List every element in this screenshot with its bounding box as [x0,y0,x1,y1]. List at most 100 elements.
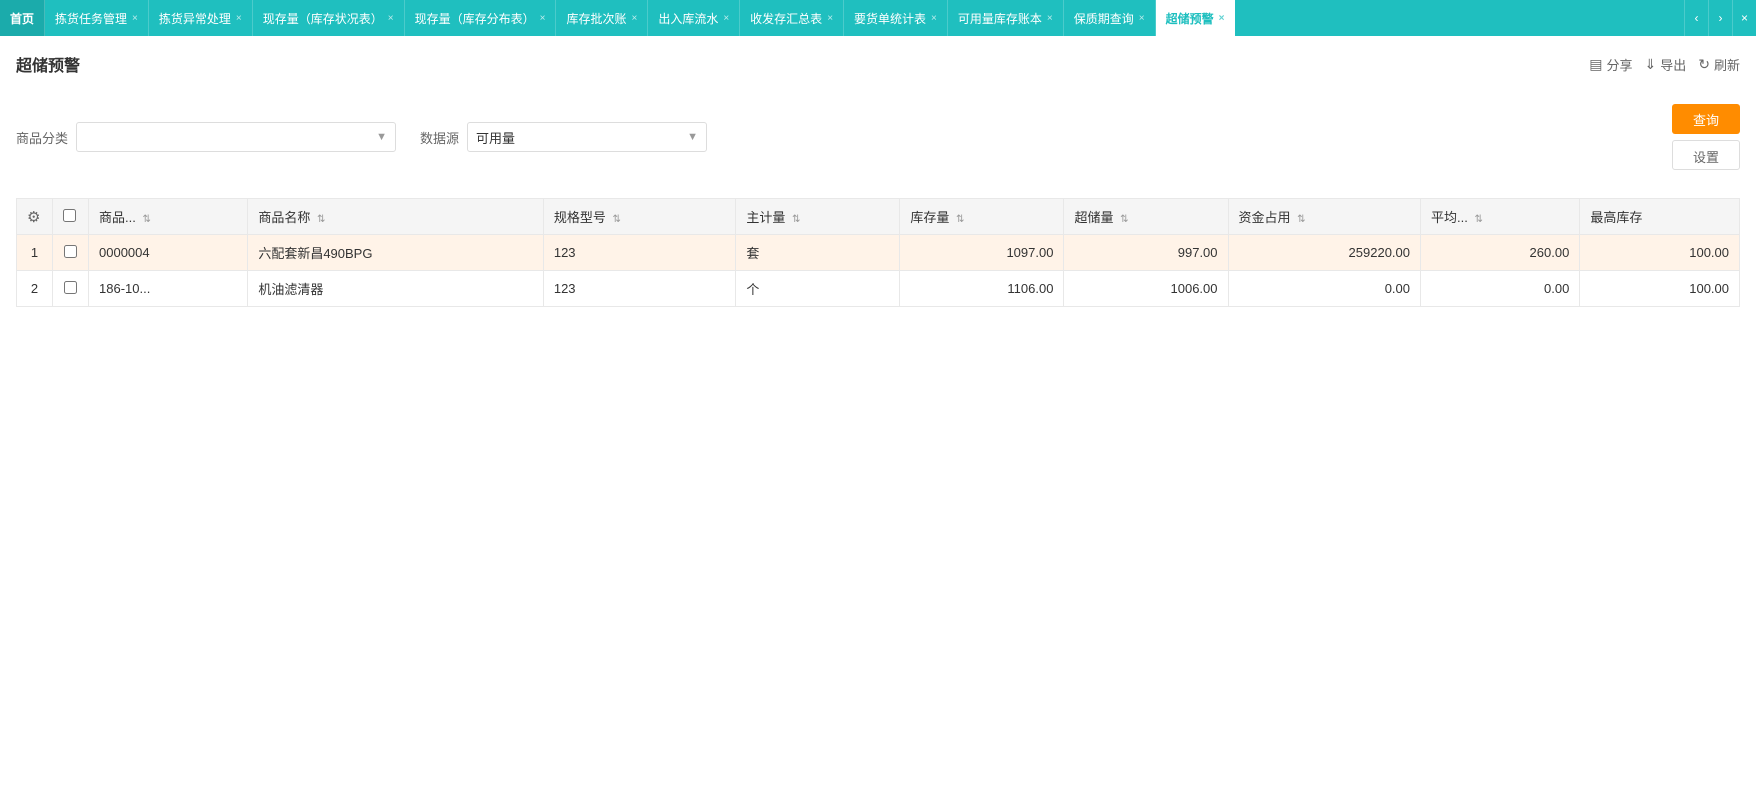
th-unit: 主计量 ⇅ [736,199,900,235]
nav-tab-label: 保质期查询 [1074,10,1134,27]
top-nav: 首页 拣货任务管理 × 拣货异常处理 × 现存量（库存状况表） × 现存量（库存… [0,0,1756,36]
sort-icon[interactable]: ⇅ [956,214,964,225]
row-checkbox[interactable] [64,245,77,258]
nav-tab-home[interactable]: 首页 [0,0,45,36]
row-num: 1 [17,235,53,271]
refresh-icon: ↻ [1698,56,1710,73]
category-select[interactable]: ▼ [76,122,396,152]
close-icon[interactable]: × [540,13,546,24]
nav-tab-label: 收发存汇总表 [750,10,822,27]
row-spec: 123 [543,271,735,307]
table-row: 1 0000004 六配套新昌490BPG 123 套 1097.00 997.… [17,235,1740,271]
sort-icon[interactable]: ⇅ [1120,214,1128,225]
query-buttons: 查询 设置 [1672,104,1740,170]
export-label: 导出 [1660,55,1686,74]
nav-tab-inout-flow[interactable]: 出入库流水 × [648,0,740,36]
close-icon[interactable]: × [827,13,833,24]
nav-prev-button[interactable]: ‹ [1684,0,1708,36]
nav-tab-overstock[interactable]: 超储预警 × [1156,0,1236,36]
sort-icon[interactable]: ⇅ [317,214,325,225]
th-code: 商品... ⇅ [89,199,248,235]
gear-icon[interactable]: ⚙ [27,208,40,226]
nav-tab-label: 要货单统计表 [854,10,926,27]
nav-arrows: ‹ › × [1684,0,1756,36]
datasource-value: 可用量 [476,128,515,147]
export-button[interactable]: ⇓ 导出 [1645,55,1687,74]
close-icon[interactable]: × [723,13,729,24]
row-avg: 0.00 [1421,271,1580,307]
page-header: 超储预警 ▤ 分享 ⇓ 导出 ↻ 刷新 [16,52,1740,76]
close-icon[interactable]: × [631,13,637,24]
th-avg: 平均... ⇅ [1421,199,1580,235]
nav-tab-label: 超储预警 [1166,10,1214,27]
th-checkbox [53,199,89,235]
row-code: 186-10... [89,271,248,307]
row-max-stock: 100.00 [1580,271,1740,307]
page-content: 超储预警 ▤ 分享 ⇓ 导出 ↻ 刷新 商品分类 ▼ [0,36,1756,800]
nav-tab-label: 拣货任务管理 [55,10,127,27]
close-icon[interactable]: × [1047,13,1053,24]
datasource-select[interactable]: 可用量 ▼ [467,122,707,152]
row-checkbox-cell [53,271,89,307]
th-capital: 资金占用 ⇅ [1228,199,1420,235]
row-max-stock: 100.00 [1580,235,1740,271]
nav-tab-batch[interactable]: 库存批次账 × [556,0,648,36]
row-checkbox-cell [53,235,89,271]
category-label: 商品分类 [16,128,68,147]
nav-tab-label: 现存量（库存状况表） [263,10,383,27]
nav-tab-label: 可用量库存账本 [958,10,1042,27]
sort-icon[interactable]: ⇅ [792,214,800,225]
refresh-button[interactable]: ↻ 刷新 [1698,55,1740,74]
sort-icon[interactable]: ⇅ [612,214,620,225]
sort-icon[interactable]: ⇅ [1474,214,1482,225]
category-filter: 商品分类 ▼ [16,122,396,152]
data-table: ⚙ 商品... ⇅ 商品名称 ⇅ 规格型号 ⇅ 主计量 [16,198,1740,307]
close-icon[interactable]: × [931,13,937,24]
row-num: 2 [17,271,53,307]
filter-area: 商品分类 ▼ 数据源 可用量 ▼ 查询 设置 [16,92,1740,182]
refresh-label: 刷新 [1714,55,1740,74]
query-button[interactable]: 查询 [1672,104,1740,134]
table-row: 2 186-10... 机油滤清器 123 个 1106.00 1006.00 … [17,271,1740,307]
row-checkbox[interactable] [64,281,77,294]
row-capital: 0.00 [1228,271,1420,307]
close-icon[interactable]: × [132,13,138,24]
th-spec: 规格型号 ⇅ [543,199,735,235]
row-stock: 1097.00 [900,235,1064,271]
share-button[interactable]: ▤ 分享 [1589,55,1632,74]
th-gear: ⚙ [17,199,53,235]
chevron-down-icon: ▼ [376,131,387,143]
nav-tab-avail-ledger[interactable]: 可用量库存账本 × [948,0,1064,36]
page-title: 超储预警 [16,52,80,76]
nav-tab-quality-date[interactable]: 保质期查询 × [1064,0,1156,36]
setting-button[interactable]: 设置 [1672,140,1740,170]
sort-icon[interactable]: ⇅ [1297,214,1305,225]
row-avg: 260.00 [1421,235,1580,271]
share-label: 分享 [1606,55,1632,74]
nav-tab-label: 库存批次账 [566,10,626,27]
close-icon[interactable]: × [388,13,394,24]
row-stock: 1106.00 [900,271,1064,307]
sort-icon[interactable]: ⇅ [142,214,150,225]
nav-tab-home-label: 首页 [10,10,34,27]
nav-close-button[interactable]: × [1732,0,1756,36]
row-name: 机油滤清器 [248,271,544,307]
nav-tab-order-stats[interactable]: 要货单统计表 × [844,0,948,36]
nav-tab-inventory-status[interactable]: 现存量（库存状况表） × [253,0,405,36]
nav-tab-recv-send[interactable]: 收发存汇总表 × [740,0,844,36]
th-max-stock: 最高库存 [1580,199,1740,235]
close-icon[interactable]: × [1219,13,1225,24]
nav-tab-label: 现存量（库存分布表） [415,10,535,27]
close-icon[interactable]: × [236,13,242,24]
header-actions: ▤ 分享 ⇓ 导出 ↻ 刷新 [1589,55,1740,74]
datasource-filter: 数据源 可用量 ▼ [420,122,707,152]
nav-tab-label: 出入库流水 [658,10,718,27]
nav-tab-abnormal[interactable]: 拣货异常处理 × [149,0,253,36]
th-overstock: 超储量 ⇅ [1064,199,1228,235]
select-all-checkbox[interactable] [63,209,76,222]
close-icon[interactable]: × [1139,13,1145,24]
nav-tab-inventory-dist[interactable]: 现存量（库存分布表） × [405,0,557,36]
nav-next-button[interactable]: › [1708,0,1732,36]
nav-tab-task-mgmt[interactable]: 拣货任务管理 × [45,0,149,36]
share-icon: ▤ [1589,56,1602,73]
